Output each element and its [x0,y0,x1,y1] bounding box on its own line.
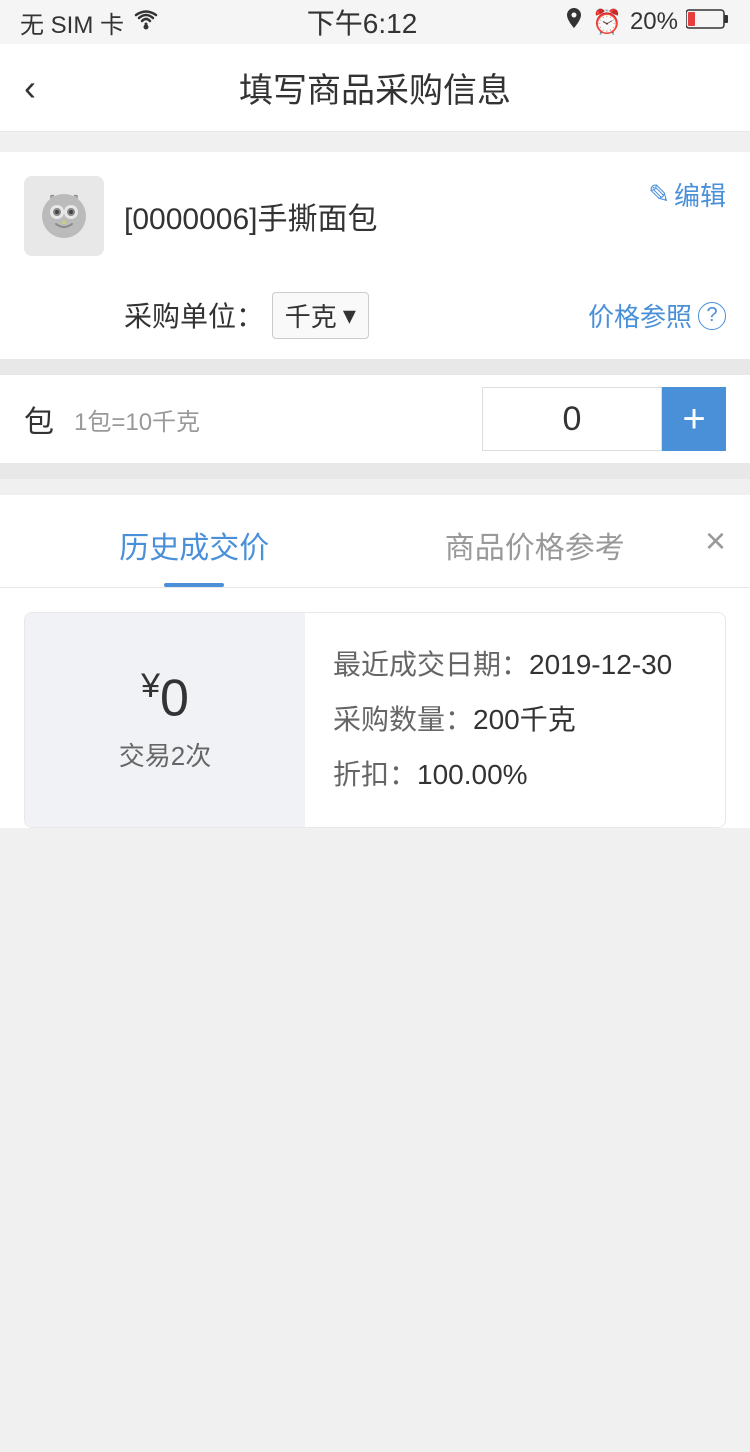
unit-label: 采购单位： [124,301,264,332]
no-sim-text: 无 SIM 卡 [20,5,124,40]
page-title: 填写商品采购信息 [239,63,511,112]
history-detail-panel: 最近成交日期：2019-12-30 采购数量：200千克 折扣：100.00% [305,613,725,827]
battery-icon-container [686,8,730,37]
divider-2 [0,463,750,479]
quantity-row: 包 1包=10千克 + [0,375,750,463]
purchase-qty-label: 采购数量： [333,704,473,735]
divider-1 [0,359,750,375]
product-header: [0000006]手撕面包 ✎ 编辑 [24,176,726,256]
edit-icon: ✎ [648,179,670,210]
discount-label: 折扣： [333,759,417,790]
quantity-input-area: + [482,387,726,451]
location-icon [564,8,584,37]
currency-symbol: ¥ [141,667,160,705]
status-time: 下午6:12 [307,2,418,42]
tab-price-reference[interactable]: 商品价格参考 [364,495,704,587]
purchase-qty-row: 采购数量：200千克 [333,700,697,739]
product-thumbnail [24,176,104,256]
unit-main-label: 包 [24,397,54,441]
unit-conversion-label: 1包=10千克 [74,402,462,437]
tab-price-ref-label: 商品价格参考 [445,532,625,565]
back-button[interactable]: ‹ [24,67,36,109]
edit-label: 编辑 [674,176,726,213]
history-price-value: ¥0 [141,667,189,728]
discount-row: 折扣：100.00% [333,755,697,794]
product-name: [0000006]手撕面包 [124,194,377,238]
history-price-panel: ¥0 交易2次 [25,613,305,827]
unit-label-group: 采购单位： 千克 ▾ [124,292,369,339]
wifi-icon [132,8,160,37]
product-left: [0000006]手撕面包 [24,176,377,256]
purchase-qty-value: 200千克 [473,704,576,735]
tab-history-label: 历史成交价 [119,532,269,565]
dropdown-icon: ▾ [343,300,356,331]
discount-value: 100.00% [417,759,528,790]
status-right: ⏰ 20% [564,8,730,37]
tabs-section: 历史成交价 商品价格参考 × ¥0 交易2次 最近成交日期：2019-12-30… [0,495,750,828]
status-bar: 无 SIM 卡 下午6:12 ⏰ 20% [0,0,750,44]
status-left: 无 SIM 卡 [20,5,160,40]
price-ref-label: 价格参照 [588,297,692,334]
history-card: ¥0 交易2次 最近成交日期：2019-12-30 采购数量：200千克 折扣：… [24,612,726,828]
quantity-input[interactable] [482,387,662,451]
tabs-close-button[interactable]: × [705,500,726,582]
recent-date-label: 最近成交日期： [333,649,529,680]
unit-row: 采购单位： 千克 ▾ 价格参照 ? [24,276,726,359]
alarm-icon: ⏰ [592,8,622,37]
recent-date-value: 2019-12-30 [529,649,672,680]
price-ref-question-icon: ? [698,302,726,330]
nav-bar: ‹ 填写商品采购信息 [0,44,750,132]
edit-button[interactable]: ✎ 编辑 [648,176,726,213]
price-ref-button[interactable]: 价格参照 ? [588,297,726,334]
tabs-header: 历史成交价 商品价格参考 × [0,495,750,588]
trade-count: 交易2次 [119,736,211,773]
tab-history-price[interactable]: 历史成交价 [24,495,364,587]
quantity-plus-button[interactable]: + [662,387,726,451]
unit-value: 千克 [285,297,337,334]
price-number: 0 [160,669,189,727]
main-background [0,852,750,1452]
battery-percent: 20% [630,8,678,36]
unit-select-dropdown[interactable]: 千克 ▾ [272,292,369,339]
recent-date-row: 最近成交日期：2019-12-30 [333,645,697,684]
product-card: [0000006]手撕面包 ✎ 编辑 采购单位： 千克 ▾ 价格参照 ? [0,152,750,359]
